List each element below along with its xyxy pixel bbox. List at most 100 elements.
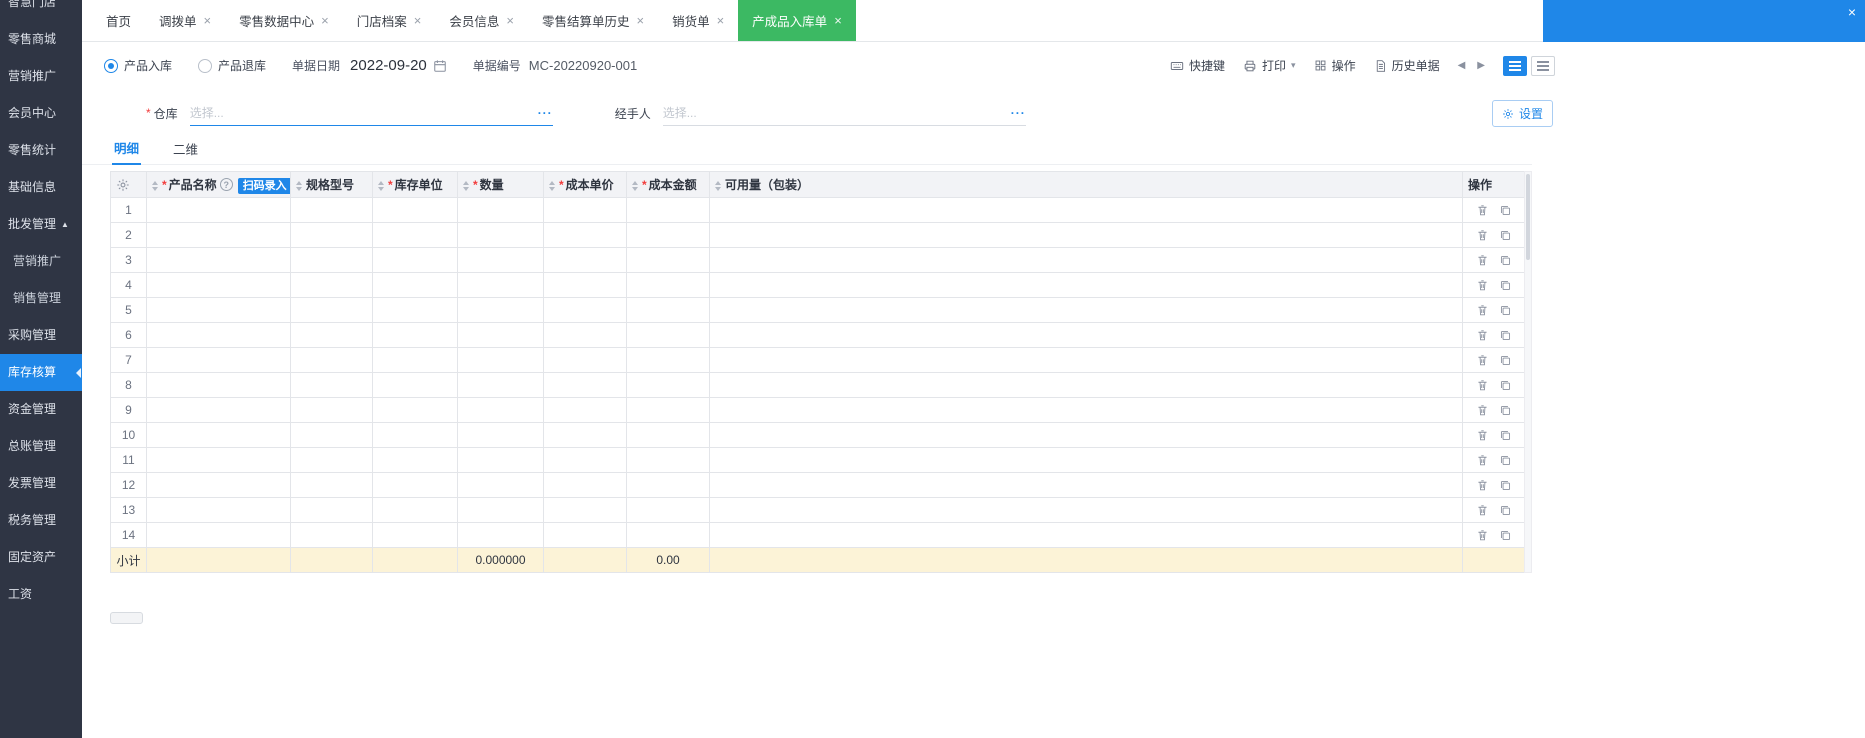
sidebar-item-active[interactable]: 库存核算 bbox=[0, 354, 82, 391]
grid-cell[interactable] bbox=[372, 447, 458, 473]
grid-cell[interactable] bbox=[457, 397, 544, 423]
grid-cell[interactable] bbox=[290, 272, 373, 298]
delete-row-icon[interactable] bbox=[1476, 429, 1489, 442]
grid-cell[interactable] bbox=[372, 422, 458, 448]
grid-cell[interactable] bbox=[290, 397, 373, 423]
copy-row-icon[interactable] bbox=[1499, 204, 1512, 217]
grid-cell[interactable] bbox=[290, 322, 373, 348]
grid-cell[interactable] bbox=[709, 497, 1463, 523]
grid-cell[interactable] bbox=[146, 247, 291, 273]
cut-off-element[interactable] bbox=[110, 612, 143, 624]
grid-cell[interactable] bbox=[146, 422, 291, 448]
column-header[interactable]: * 数量 bbox=[457, 171, 544, 198]
shortcut-keys-button[interactable]: 快捷键 bbox=[1170, 57, 1225, 74]
tab-active[interactable]: 产成品入库单 × bbox=[738, 0, 856, 41]
grid-cell[interactable] bbox=[709, 522, 1463, 548]
handler-field[interactable]: 选择... ··· bbox=[662, 100, 1026, 126]
tab-item[interactable]: 调拨单 × bbox=[145, 0, 225, 41]
sidebar-item-link[interactable]: 营销推广 bbox=[0, 58, 82, 95]
grid-cell[interactable] bbox=[146, 497, 291, 523]
grid-cell[interactable] bbox=[543, 347, 627, 373]
grid-cell[interactable] bbox=[372, 497, 458, 523]
copy-row-icon[interactable] bbox=[1499, 404, 1512, 417]
grid-cell[interactable] bbox=[457, 497, 544, 523]
grid-cell[interactable] bbox=[543, 197, 627, 223]
sort-icon[interactable] bbox=[378, 180, 384, 191]
sidebar-item-link[interactable]: 发票管理 bbox=[0, 465, 82, 502]
doc-no-value[interactable]: MC-20220920-001 bbox=[529, 58, 637, 73]
grid-cell[interactable] bbox=[146, 522, 291, 548]
sort-icon[interactable] bbox=[715, 180, 721, 191]
grid-cell[interactable] bbox=[146, 272, 291, 298]
grid-tab-item[interactable]: 二维 bbox=[171, 139, 200, 164]
grid-cell[interactable] bbox=[709, 272, 1463, 298]
grid-cell[interactable] bbox=[457, 272, 544, 298]
sidebar-item-link[interactable]: 会员中心 bbox=[0, 95, 82, 132]
warehouse-field[interactable]: 选择... ··· bbox=[189, 100, 553, 126]
tab-close-icon[interactable]: × bbox=[834, 14, 842, 27]
grid-cell[interactable] bbox=[543, 447, 627, 473]
grid-cell[interactable] bbox=[457, 247, 544, 273]
grid-cell[interactable] bbox=[372, 347, 458, 373]
grid-cell[interactable] bbox=[709, 197, 1463, 223]
sort-icon[interactable] bbox=[296, 180, 302, 191]
grid-cell[interactable] bbox=[626, 272, 710, 298]
grid-cell[interactable] bbox=[626, 447, 710, 473]
next-arrow-icon[interactable]: ▶ bbox=[1477, 60, 1485, 71]
grid-cell[interactable] bbox=[543, 322, 627, 348]
copy-row-icon[interactable] bbox=[1499, 229, 1512, 242]
grid-cell[interactable] bbox=[543, 497, 627, 523]
sort-icon[interactable] bbox=[632, 180, 638, 191]
delete-row-icon[interactable] bbox=[1476, 454, 1489, 467]
sidebar-item-link[interactable]: 固定资产 bbox=[0, 539, 82, 576]
tab-close-icon[interactable]: × bbox=[204, 14, 212, 27]
vertical-scrollbar[interactable] bbox=[1524, 171, 1532, 573]
grid-cell[interactable] bbox=[290, 447, 373, 473]
grid-cell[interactable] bbox=[372, 272, 458, 298]
grid-cell[interactable] bbox=[626, 397, 710, 423]
doc-date-value[interactable]: 2022-09-20 bbox=[350, 57, 427, 74]
grid-cell[interactable] bbox=[709, 297, 1463, 323]
grid-cell[interactable] bbox=[146, 372, 291, 398]
copy-row-icon[interactable] bbox=[1499, 304, 1512, 317]
sidebar-item-link[interactable]: 智慧门店 bbox=[0, 0, 82, 21]
grid-cell[interactable] bbox=[290, 472, 373, 498]
tab-close-icon[interactable]: × bbox=[414, 14, 422, 27]
radio-product-inbound[interactable]: 产品入库 bbox=[104, 57, 172, 74]
grid-cell[interactable] bbox=[626, 372, 710, 398]
delete-row-icon[interactable] bbox=[1476, 229, 1489, 242]
delete-row-icon[interactable] bbox=[1476, 254, 1489, 267]
grid-cell[interactable] bbox=[709, 372, 1463, 398]
grid-cell[interactable] bbox=[457, 197, 544, 223]
sidebar-item-link[interactable]: 批发管理 ▲ bbox=[0, 206, 82, 243]
grid-cell[interactable] bbox=[709, 472, 1463, 498]
sidebar-item-link[interactable]: 零售商城 bbox=[0, 21, 82, 58]
column-header[interactable]: 规格型号 bbox=[290, 171, 373, 198]
sidebar-item-link[interactable]: 总账管理 bbox=[0, 428, 82, 465]
history-docs-button[interactable]: 历史单据 bbox=[1374, 57, 1440, 74]
grid-cell[interactable] bbox=[457, 472, 544, 498]
handler-picker-icon[interactable]: ··· bbox=[1011, 106, 1026, 120]
grid-cell[interactable] bbox=[146, 347, 291, 373]
grid-cell[interactable] bbox=[543, 372, 627, 398]
copy-row-icon[interactable] bbox=[1499, 329, 1512, 342]
grid-cell[interactable] bbox=[290, 297, 373, 323]
warehouse-picker-icon[interactable]: ··· bbox=[538, 106, 553, 120]
grid-cell[interactable] bbox=[543, 272, 627, 298]
grid-tab-active[interactable]: 明细 bbox=[112, 138, 142, 165]
grid-cell[interactable] bbox=[543, 472, 627, 498]
prev-arrow-icon[interactable]: ◀ bbox=[1458, 60, 1466, 71]
delete-row-icon[interactable] bbox=[1476, 529, 1489, 542]
grid-cell[interactable] bbox=[290, 497, 373, 523]
grid-cell[interactable] bbox=[372, 322, 458, 348]
delete-row-icon[interactable] bbox=[1476, 404, 1489, 417]
sidebar-item-link[interactable]: 资金管理 bbox=[0, 391, 82, 428]
print-button[interactable]: 打印 ▾ bbox=[1243, 57, 1296, 74]
settings-button[interactable]: 设置 bbox=[1491, 100, 1553, 127]
grid-cell[interactable] bbox=[372, 472, 458, 498]
sidebar-item-link[interactable]: 营销推广 bbox=[0, 243, 82, 280]
calendar-icon[interactable] bbox=[433, 59, 447, 73]
sidebar-item-link[interactable]: 销售管理 bbox=[0, 280, 82, 317]
grid-cell[interactable] bbox=[543, 522, 627, 548]
grid-cell[interactable] bbox=[457, 322, 544, 348]
